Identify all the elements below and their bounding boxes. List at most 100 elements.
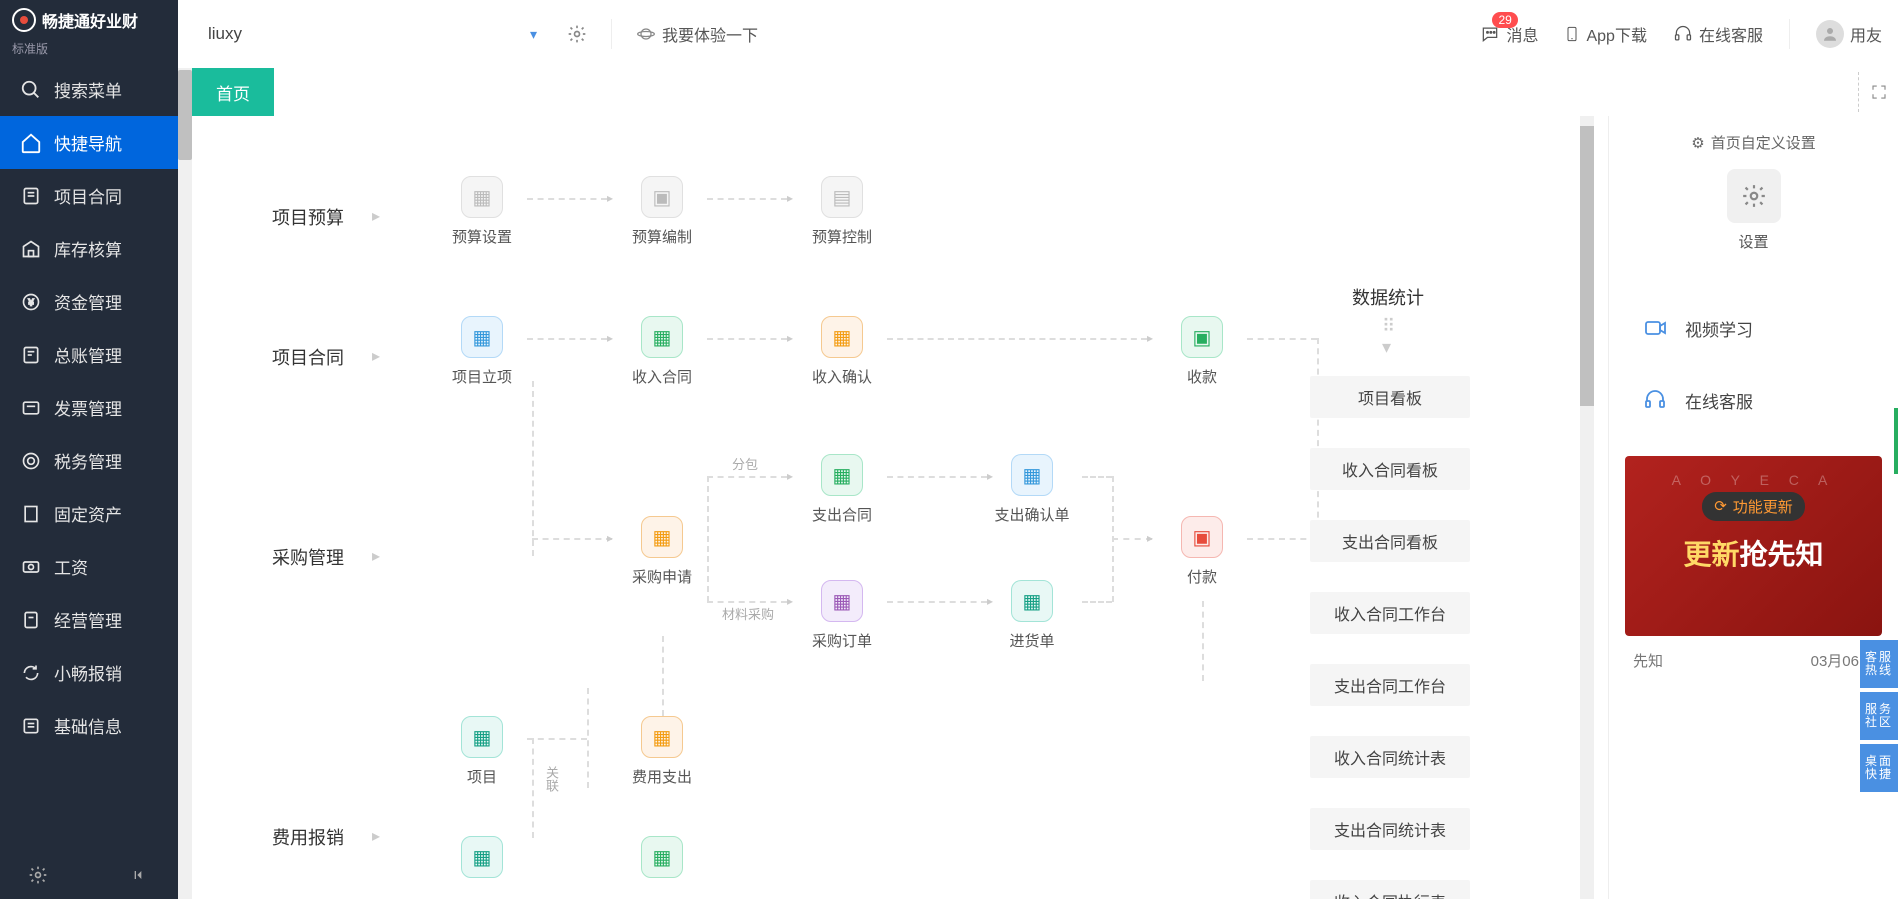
clipboard-icon [20,609,42,631]
nav-quick-navigation[interactable]: 快捷导航 [0,116,178,169]
settings-icon[interactable] [28,865,48,885]
node-receipt[interactable]: ▣收款 [1162,316,1242,387]
nav-label: 工资 [54,554,88,579]
edge-hotline[interactable]: 客服热线 [1860,640,1898,688]
edge-community[interactable]: 服务社区 [1860,692,1898,740]
node-payment[interactable]: ▣付款 [1162,516,1242,587]
nav-ledger[interactable]: 总账管理 [0,328,178,381]
nav-fixed-assets[interactable]: 固定资产 [0,487,178,540]
tabbar: 首页 [192,68,1898,116]
branch-label: 材料采购 [722,604,774,623]
connector [1317,338,1319,538]
node-project[interactable]: ▦项目 [442,716,522,787]
fullscreen-icon[interactable] [1858,72,1898,112]
node-expense-payout[interactable]: ▦费用支出 [622,716,702,787]
headset-icon [1641,386,1669,414]
node-budget-control[interactable]: ▤预算控制 [802,176,882,247]
nav-inventory[interactable]: 库存核算 [0,222,178,275]
image-icon: ▣ [641,176,683,218]
settings-button[interactable] [1727,169,1781,223]
tab-home[interactable]: 首页 [192,68,274,117]
invoice-icon [20,397,42,419]
nav-search-menu[interactable]: 搜索菜单 [0,63,178,116]
message-badge: 29 [1492,12,1517,28]
stat-expense-workbench[interactable]: 支出合同工作台 [1310,664,1470,706]
nav-label: 基础信息 [54,713,122,738]
connector [527,338,607,340]
node-purchase-order[interactable]: ▦采购订单 [802,580,882,651]
connector [1082,476,1112,478]
main-scrollbar[interactable] [1580,116,1594,899]
news-row[interactable]: 先知 03月06日 [1625,636,1882,685]
nav-label: 快捷导航 [54,130,122,155]
green-indicator [1894,408,1898,474]
collapse-icon[interactable] [130,867,150,883]
node-project-init[interactable]: ▦项目立项 [442,316,522,387]
sidebar-scrollbar[interactable] [178,68,192,899]
topbar: liuxy ▾ 我要体验一下 29 消息 App下载 在线客服 用友 [192,0,1898,68]
message-button[interactable]: 29 消息 [1480,22,1538,46]
online-service-button[interactable]: 在线客服 [1673,22,1763,46]
stat-income-board[interactable]: 收入合同看板 [1310,448,1470,490]
org-name: liuxy [208,24,242,44]
wallet-icon: ▣ [1181,516,1223,558]
node-income-contract[interactable]: ▦收入合同 [622,316,702,387]
nav-project-contract[interactable]: 项目合同 [0,169,178,222]
nav-tax[interactable]: 税务管理 [0,434,178,487]
ledger-icon [20,344,42,366]
section-contract: 项目合同 [272,344,344,370]
logo-area: 畅捷通好业财 [0,0,178,40]
node-purchase-request[interactable]: ▦采购申请 [622,516,702,587]
refresh-icon: ⟳ [1714,497,1727,515]
stat-expense-board[interactable]: 支出合同看板 [1310,520,1470,562]
nav-invoice[interactable]: 发票管理 [0,381,178,434]
list-icon [20,715,42,737]
edge-quick-buttons: 客服热线 服务社区 桌面快捷 [1860,640,1898,792]
search-icon [20,79,42,101]
node-extra1[interactable]: ▦ [442,836,522,886]
video-icon [1641,314,1669,342]
link-label: 关联 [542,766,561,792]
online-service-button-2[interactable]: 在线客服 [1625,364,1882,436]
node-income-confirm[interactable]: ▦收入确认 [802,316,882,387]
video-learning-button[interactable]: 视频学习 [1625,292,1882,364]
org-selector[interactable]: liuxy ▾ [208,24,555,44]
salary-icon [20,556,42,578]
user-menu[interactable]: 用友 [1816,20,1882,48]
nav-business-management[interactable]: 经营管理 [0,593,178,646]
node-goods-receipt[interactable]: ▦进货单 [992,580,1072,651]
gear-icon[interactable] [567,24,587,44]
stat-income-workbench[interactable]: 收入合同工作台 [1310,592,1470,634]
experience-link[interactable]: 我要体验一下 [636,22,758,46]
nav-salary[interactable]: 工资 [0,540,178,593]
stat-project-board[interactable]: 项目看板 [1310,376,1470,418]
sidebar: 畅捷通好业财 标准版 搜索菜单 快捷导航 项目合同 库存核算 ¥ 资金管理 总账… [0,0,178,899]
connector [1112,538,1152,540]
doc-icon: ▦ [461,176,503,218]
app-download-button[interactable]: App下载 [1564,22,1646,46]
node-extra2[interactable]: ▦ [622,836,702,886]
stat-income-exec[interactable]: 收入合同执行表 [1310,880,1470,899]
doc-icon: ▦ [821,580,863,622]
nav-basic-info[interactable]: 基础信息 [0,699,178,752]
arrow-icon: ▸ [372,826,388,842]
section-expense: 费用报销 [272,824,344,850]
stat-expense-report[interactable]: 支出合同统计表 [1310,808,1470,850]
node-expense-confirm[interactable]: ▦支出确认单 [992,454,1072,525]
doc-icon: ▦ [641,516,683,558]
doc-plus-icon: ▦ [641,316,683,358]
username-label: 用友 [1850,22,1882,46]
edge-shortcut[interactable]: 桌面快捷 [1860,744,1898,792]
gear-icon: ⚙ [1691,134,1704,152]
doc-icon: ▦ [461,836,503,878]
stat-income-report[interactable]: 收入合同统计表 [1310,736,1470,778]
nav-label: 搜索菜单 [54,77,122,102]
nav-reimbursement[interactable]: 小畅报销 [0,646,178,699]
doc-icon: ▦ [821,316,863,358]
node-budget-compile[interactable]: ▣预算编制 [622,176,702,247]
node-expense-contract[interactable]: ▦支出合同 [802,454,882,525]
wallet-icon: ▣ [1181,316,1223,358]
node-budget-setup[interactable]: ▦预算设置 [442,176,522,247]
nav-fund-management[interactable]: ¥ 资金管理 [0,275,178,328]
update-banner[interactable]: A O Y E C A ⟳ 功能更新 更新抢先知 [1625,456,1882,636]
